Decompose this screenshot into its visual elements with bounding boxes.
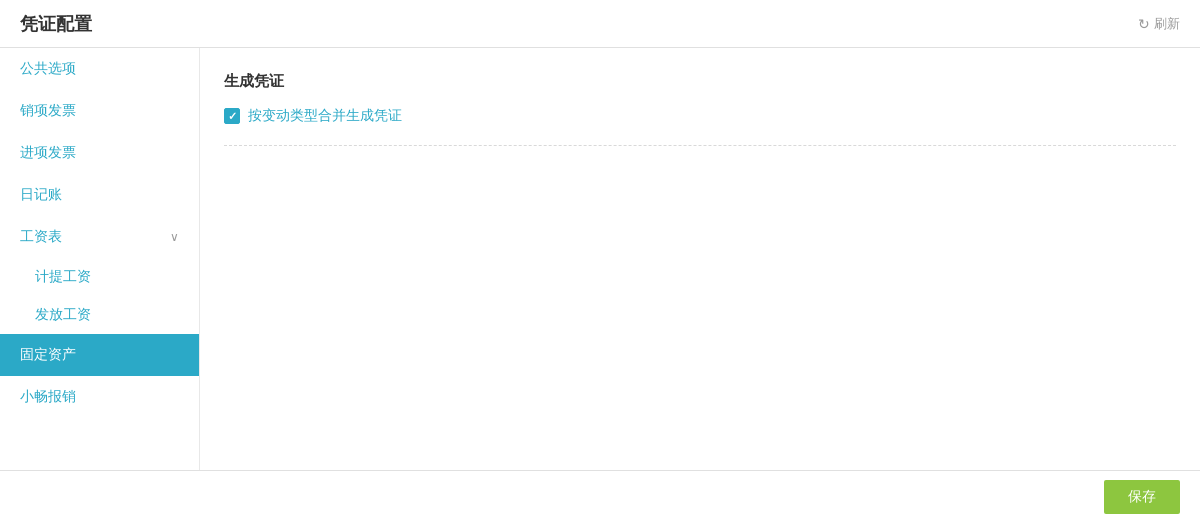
save-button[interactable]: 保存	[1104, 480, 1180, 514]
sidebar-item-label: 发放工资	[35, 306, 91, 322]
sidebar: 公共选项 销项发票 进项发票 日记账 工资表 ∨ 计提工资 发放工资 固定资	[0, 48, 200, 470]
refresh-button[interactable]: ↻ 刷新	[1138, 15, 1180, 33]
section-divider	[224, 145, 1176, 146]
page-footer: 保存	[0, 470, 1200, 522]
content-area: 生成凭证 ✓ 按变动类型合并生成凭证	[200, 48, 1200, 470]
sidebar-item-label: 进项发票	[20, 144, 76, 162]
sidebar-item-label: 销项发票	[20, 102, 76, 120]
refresh-label: 刷新	[1154, 15, 1180, 33]
sidebar-item-label: 公共选项	[20, 60, 76, 78]
sidebar-item-payout-salary[interactable]: 发放工资	[0, 296, 199, 334]
section-title: 生成凭证	[224, 72, 1176, 91]
sidebar-item-purchase-invoice[interactable]: 进项发票	[0, 132, 199, 174]
sidebar-item-label: 固定资产	[20, 346, 76, 364]
chevron-down-icon: ∨	[170, 230, 179, 244]
check-mark-icon: ✓	[228, 110, 237, 123]
page-title: 凭证配置	[20, 12, 92, 36]
sidebar-item-sales-invoice[interactable]: 销项发票	[0, 90, 199, 132]
checkbox-row: ✓ 按变动类型合并生成凭证	[224, 107, 1176, 125]
main-layout: 公共选项 销项发票 进项发票 日记账 工资表 ∨ 计提工资 发放工资 固定资	[0, 48, 1200, 470]
sidebar-item-public-options[interactable]: 公共选项	[0, 48, 199, 90]
sidebar-item-fixed-assets[interactable]: 固定资产	[0, 334, 199, 376]
sidebar-item-payroll[interactable]: 工资表 ∨	[0, 216, 199, 258]
sidebar-item-label: 工资表	[20, 228, 62, 246]
sidebar-item-label: 日记账	[20, 186, 62, 204]
checkbox-label: 按变动类型合并生成凭证	[248, 107, 402, 125]
sidebar-item-label: 计提工资	[35, 268, 91, 284]
page-header: 凭证配置 ↻ 刷新	[0, 0, 1200, 48]
sidebar-item-accrual-salary[interactable]: 计提工资	[0, 258, 199, 296]
sidebar-item-expense-report[interactable]: 小畅报销	[0, 376, 199, 418]
merge-type-checkbox[interactable]: ✓	[224, 108, 240, 124]
sidebar-item-label: 小畅报销	[20, 388, 76, 406]
sidebar-item-journal[interactable]: 日记账	[0, 174, 199, 216]
refresh-icon: ↻	[1138, 16, 1150, 32]
